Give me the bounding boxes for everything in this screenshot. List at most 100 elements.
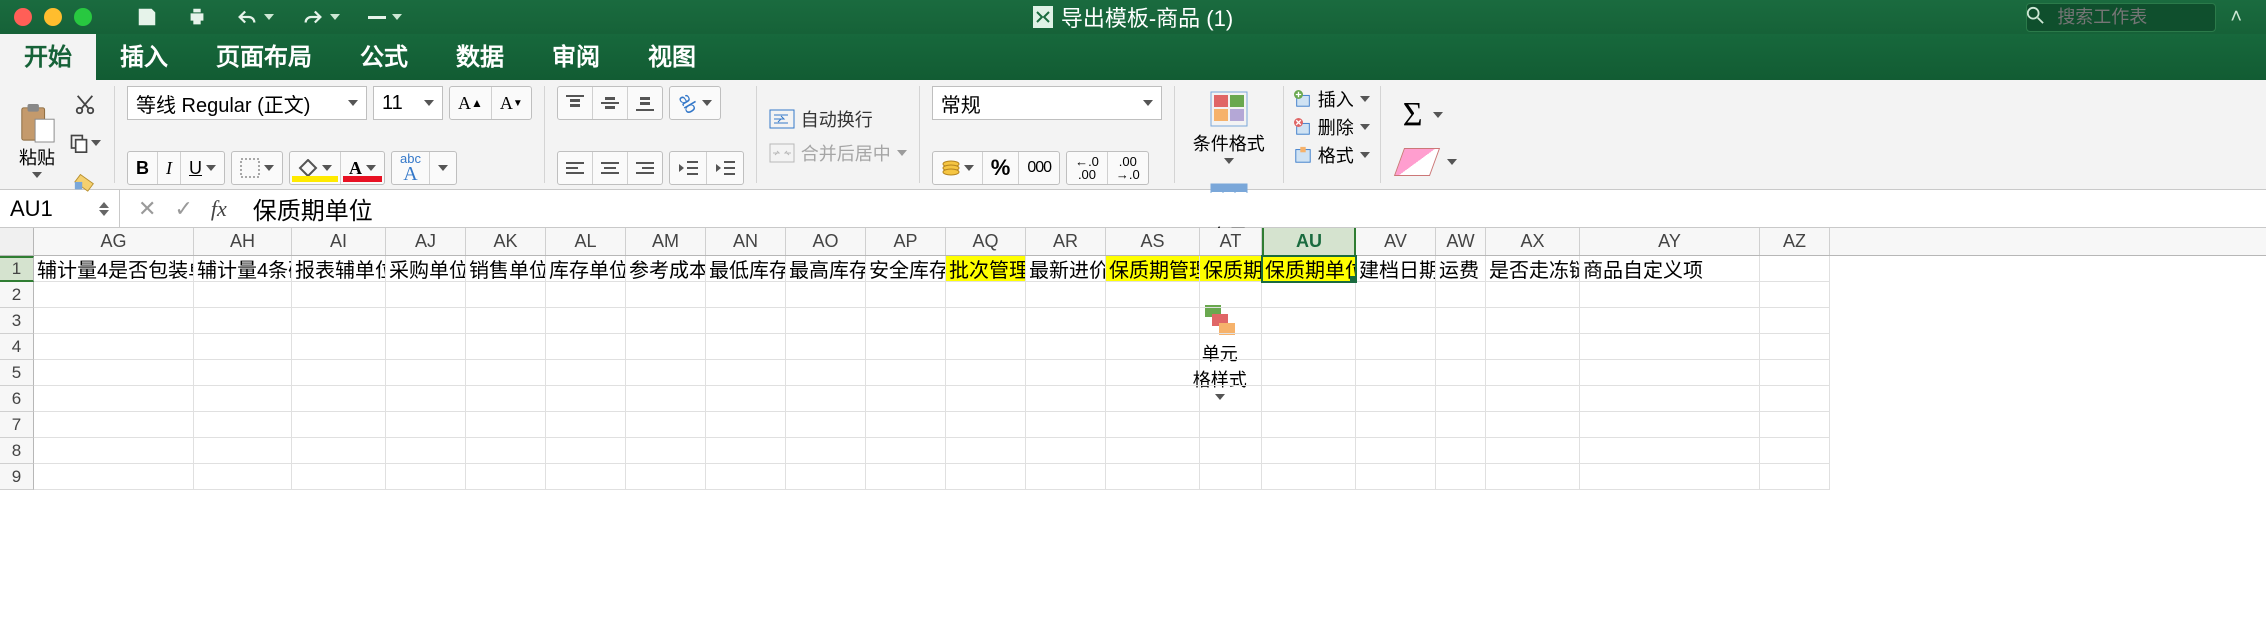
cell-AQ8[interactable]	[946, 438, 1026, 464]
conditional-format-button[interactable]: 条件格式	[1187, 90, 1271, 164]
cell-AL4[interactable]	[546, 334, 626, 360]
cell-AM2[interactable]	[626, 282, 706, 308]
col-header-AJ[interactable]: AJ	[386, 228, 466, 255]
cell-AX7[interactable]	[1486, 412, 1580, 438]
cell-AQ1[interactable]: 批次管理	[946, 256, 1026, 282]
cell-AR5[interactable]	[1026, 360, 1106, 386]
cell-AW8[interactable]	[1436, 438, 1486, 464]
cell-AP8[interactable]	[866, 438, 946, 464]
cell-AV8[interactable]	[1356, 438, 1436, 464]
cell-AU8[interactable]	[1262, 438, 1356, 464]
cell-AK7[interactable]	[466, 412, 546, 438]
col-header-AS[interactable]: AS	[1106, 228, 1200, 255]
increase-indent-button[interactable]	[707, 152, 743, 184]
cell-AI9[interactable]	[292, 464, 386, 490]
cell-AO8[interactable]	[786, 438, 866, 464]
cell-AI4[interactable]	[292, 334, 386, 360]
row-header-9[interactable]: 9	[0, 464, 34, 490]
cell-AV7[interactable]	[1356, 412, 1436, 438]
cell-AN4[interactable]	[706, 334, 786, 360]
redo-button[interactable]	[302, 8, 340, 26]
cell-AZ9[interactable]	[1760, 464, 1830, 490]
cell-AU5[interactable]	[1262, 360, 1356, 386]
cell-AR9[interactable]	[1026, 464, 1106, 490]
cell-AV3[interactable]	[1356, 308, 1436, 334]
cell-AG9[interactable]	[34, 464, 194, 490]
cell-AK8[interactable]	[466, 438, 546, 464]
cell-AO9[interactable]	[786, 464, 866, 490]
cell-AT2[interactable]	[1200, 282, 1262, 308]
cell-AS9[interactable]	[1106, 464, 1200, 490]
tab-home[interactable]: 开始	[0, 27, 96, 80]
cell-AX1[interactable]: 是否走冻链	[1486, 256, 1580, 282]
cut-button[interactable]	[68, 90, 102, 120]
cell-AQ2[interactable]	[946, 282, 1026, 308]
cell-AY4[interactable]	[1580, 334, 1760, 360]
cell-AN6[interactable]	[706, 386, 786, 412]
merge-center-button[interactable]: 合并后居中	[769, 140, 907, 166]
cell-AY2[interactable]	[1580, 282, 1760, 308]
undo-button[interactable]	[236, 8, 274, 26]
format-cells-button[interactable]: 格式	[1294, 142, 1370, 168]
minimize-window-button[interactable]	[44, 8, 62, 26]
cell-AN8[interactable]	[706, 438, 786, 464]
customize-qat-button[interactable]	[368, 14, 402, 20]
cell-AK1[interactable]: 销售单位	[466, 256, 546, 282]
cell-AZ8[interactable]	[1760, 438, 1830, 464]
cell-AM4[interactable]	[626, 334, 706, 360]
currency-button[interactable]	[933, 152, 983, 184]
cell-AK6[interactable]	[466, 386, 546, 412]
cell-AS6[interactable]	[1106, 386, 1200, 412]
cell-AI8[interactable]	[292, 438, 386, 464]
fx-button[interactable]: fx	[211, 196, 227, 222]
cell-AO3[interactable]	[786, 308, 866, 334]
cell-AH2[interactable]	[194, 282, 292, 308]
col-header-AU[interactable]: AU	[1262, 228, 1356, 255]
increase-font-button[interactable]: A▲	[450, 87, 492, 119]
cell-AL9[interactable]	[546, 464, 626, 490]
cell-AH6[interactable]	[194, 386, 292, 412]
row-header-2[interactable]: 2	[0, 282, 34, 308]
font-size-combo[interactable]: 11	[373, 86, 443, 120]
cell-AV4[interactable]	[1356, 334, 1436, 360]
cell-AY7[interactable]	[1580, 412, 1760, 438]
cell-AZ5[interactable]	[1760, 360, 1830, 386]
cell-AY1[interactable]: 商品自定义项	[1580, 256, 1760, 282]
cell-AT8[interactable]	[1200, 438, 1262, 464]
name-box[interactable]: AU1	[0, 190, 120, 227]
cell-AH4[interactable]	[194, 334, 292, 360]
cell-AU9[interactable]	[1262, 464, 1356, 490]
cell-AW4[interactable]	[1436, 334, 1486, 360]
cell-AZ3[interactable]	[1760, 308, 1830, 334]
col-header-AR[interactable]: AR	[1026, 228, 1106, 255]
cell-AY8[interactable]	[1580, 438, 1760, 464]
cell-AP4[interactable]	[866, 334, 946, 360]
cell-AR3[interactable]	[1026, 308, 1106, 334]
cell-AL3[interactable]	[546, 308, 626, 334]
cell-AL1[interactable]: 库存单位	[546, 256, 626, 282]
cell-AJ4[interactable]	[386, 334, 466, 360]
cell-AJ8[interactable]	[386, 438, 466, 464]
cell-AK9[interactable]	[466, 464, 546, 490]
tab-formulas[interactable]: 公式	[336, 27, 432, 80]
cell-AV5[interactable]	[1356, 360, 1436, 386]
cell-AQ9[interactable]	[946, 464, 1026, 490]
cell-AJ7[interactable]	[386, 412, 466, 438]
cell-AH5[interactable]	[194, 360, 292, 386]
cell-AL8[interactable]	[546, 438, 626, 464]
cell-AM5[interactable]	[626, 360, 706, 386]
cell-AG8[interactable]	[34, 438, 194, 464]
search-input[interactable]	[2026, 3, 2216, 32]
align-left-button[interactable]	[558, 152, 593, 184]
cell-AT3[interactable]	[1200, 308, 1262, 334]
phonetic-dropdown[interactable]	[430, 152, 456, 184]
fill-color-button[interactable]	[290, 152, 341, 184]
cell-AN9[interactable]	[706, 464, 786, 490]
cell-AX2[interactable]	[1486, 282, 1580, 308]
cell-AZ1[interactable]	[1760, 256, 1830, 282]
namebox-down[interactable]	[99, 210, 109, 216]
cell-AY6[interactable]	[1580, 386, 1760, 412]
copy-button[interactable]	[68, 128, 102, 158]
cell-AJ5[interactable]	[386, 360, 466, 386]
cell-AS1[interactable]: 保质期管理	[1106, 256, 1200, 282]
